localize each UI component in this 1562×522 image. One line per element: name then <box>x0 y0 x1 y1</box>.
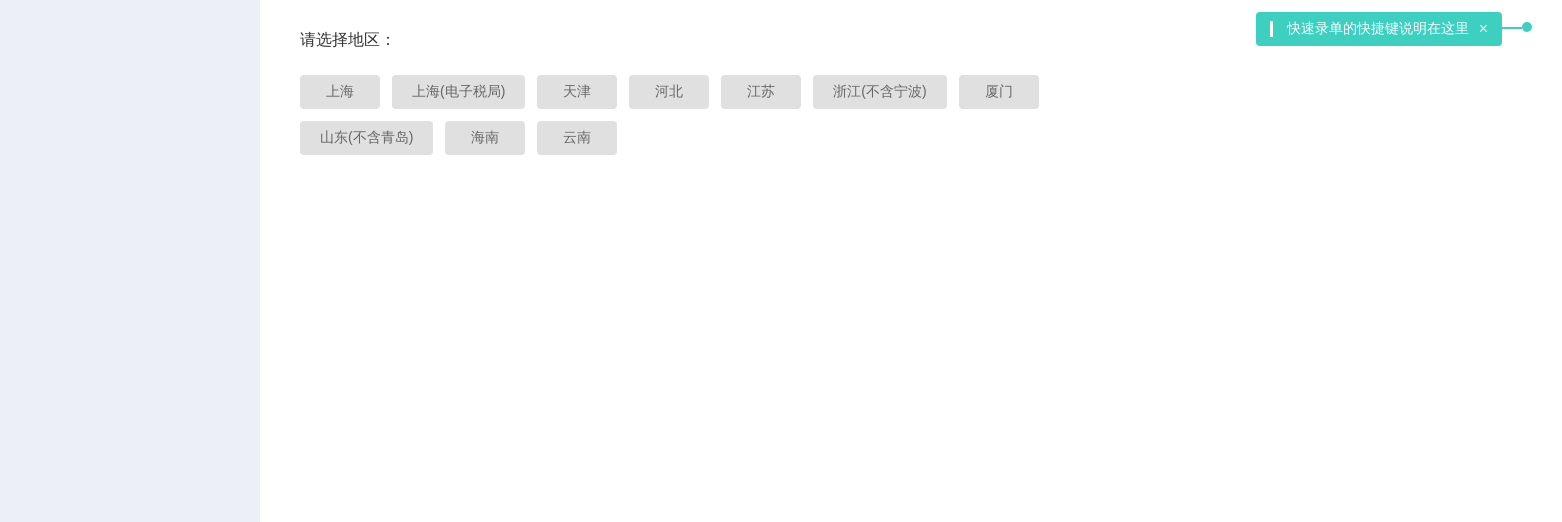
region-button[interactable]: 浙江(不含宁波) <box>813 75 946 109</box>
region-row-2: 山东(不含青岛) 海南云南 <box>300 121 1522 155</box>
region-button[interactable]: 河北 <box>629 75 709 109</box>
sidebar <box>0 0 260 522</box>
region-button[interactable]: 天津 <box>537 75 617 109</box>
region-row-1: 上海上海(电子税局) 天津河北江苏浙江(不含宁波) 厦门 <box>300 75 1522 109</box>
region-button[interactable]: 海南 <box>445 121 525 155</box>
region-button[interactable]: 厦门 <box>959 75 1039 109</box>
main-content: 请选择地区： 上海上海(电子税局)天津河北江苏浙江(不含宁波)厦门 山东(不含青… <box>260 0 1562 522</box>
region-button[interactable]: 山东(不含青岛) <box>300 121 433 155</box>
region-button[interactable]: 云南 <box>537 121 617 155</box>
tooltip-close-button[interactable]: × <box>1479 21 1488 37</box>
tooltip-line <box>1502 27 1522 29</box>
region-button[interactable]: 上海(电子税局) <box>392 75 525 109</box>
region-button[interactable]: 上海 <box>300 75 380 109</box>
tooltip-banner: 快速录单的快捷键说明在这里 × <box>1256 12 1502 46</box>
tooltip-text: 快速录单的快捷键说明在这里 <box>1287 20 1469 38</box>
tooltip-dot <box>1522 22 1532 32</box>
region-button[interactable]: 江苏 <box>721 75 801 109</box>
